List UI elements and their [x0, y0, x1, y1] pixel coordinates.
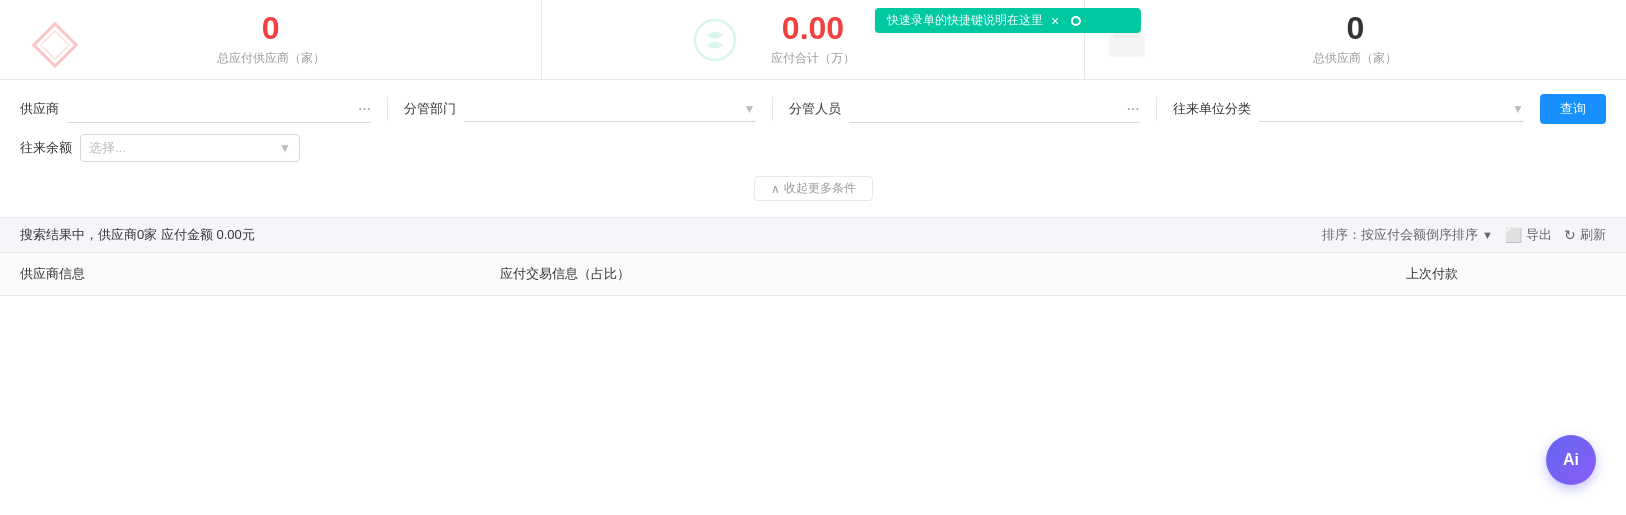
balance-placeholder: 选择... [89, 139, 126, 157]
sort-chevron-icon: ▼ [1482, 229, 1493, 241]
department-input[interactable]: ▼ [464, 97, 755, 122]
stat-payable-value: 0.00 [782, 12, 844, 44]
stat-total-suppliers-value: 0 [262, 12, 280, 44]
filter-group-balance: 往来余额 选择... ▼ [20, 134, 300, 162]
stat-payable-label: 应付合计（万） [771, 50, 855, 67]
filter-group-department: 分管部门 ▼ [404, 97, 755, 122]
ai-button[interactable]: Ai [1546, 435, 1596, 485]
sep1 [387, 97, 388, 121]
stat-total-suppliers: 0 总应付供应商（家） [0, 0, 542, 79]
svg-point-2 [695, 20, 735, 60]
sep2 [772, 97, 773, 121]
results-summary: 搜索结果中，供应商0家 应付金额 0.00元 [20, 226, 255, 244]
supplier-label: 供应商 [20, 100, 59, 118]
refresh-button[interactable]: ↻ 刷新 [1564, 226, 1606, 244]
stat-all-suppliers-value: 0 [1346, 12, 1364, 44]
balance-label: 往来余额 [20, 139, 72, 157]
table-body [0, 296, 1626, 515]
collapse-up-icon: ∧ [771, 182, 780, 196]
filter-group-supplier: 供应商 ··· [20, 95, 371, 123]
person-input[interactable]: ··· [849, 95, 1140, 123]
col-last-payment-header: 上次付款 [1406, 265, 1606, 283]
balance-input[interactable]: 选择... ▼ [80, 134, 300, 162]
results-actions: 排序：按应付会额倒序排序 ▼ ⬜ 导出 ↻ 刷新 [1322, 226, 1606, 244]
stat-all-suppliers: 0 总供应商（家） [1085, 0, 1626, 79]
col-supplier-info-header: 供应商信息 [20, 265, 500, 283]
export-label: 导出 [1526, 226, 1552, 244]
balance-chevron: ▼ [279, 141, 291, 155]
tooltip-text: 快速录单的快捷键说明在这里 [887, 12, 1043, 29]
supplier-input[interactable]: ··· [67, 95, 371, 123]
tooltip-close[interactable]: × [1051, 14, 1059, 28]
unit-class-label: 往来单位分类 [1173, 100, 1251, 118]
sep3 [1156, 97, 1157, 121]
sort-select[interactable]: 排序：按应付会额倒序排序 ▼ [1322, 226, 1493, 244]
filter-row-1: 供应商 ··· 分管部门 ▼ 分管人员 ··· [20, 94, 1606, 124]
tooltip-dot [1071, 16, 1081, 26]
collapse-button[interactable]: ∧ 收起更多条件 [754, 176, 873, 201]
table-section: 供应商信息 应付交易信息（占比） 上次付款 [0, 253, 1626, 515]
filters-section: 供应商 ··· 分管部门 ▼ 分管人员 ··· [0, 80, 1626, 218]
table-header: 供应商信息 应付交易信息（占比） 上次付款 [0, 253, 1626, 296]
stat-all-suppliers-label: 总供应商（家） [1313, 50, 1397, 67]
filter-group-person: 分管人员 ··· [789, 95, 1140, 123]
filter-row-2: 往来余额 选择... ▼ [20, 134, 1606, 162]
filter-group-unit-class: 往来单位分类 ▼ [1173, 97, 1524, 122]
supplier-more-btn[interactable]: ··· [358, 100, 371, 118]
export-icon: ⬜ [1505, 227, 1522, 243]
person-label: 分管人员 [789, 100, 841, 118]
ai-btn-label: Ai [1563, 451, 1579, 469]
stat-total-suppliers-label: 总应付供应商（家） [217, 50, 325, 67]
export-button[interactable]: ⬜ 导出 [1505, 226, 1552, 244]
query-button[interactable]: 查询 [1540, 94, 1606, 124]
refresh-icon: ↻ [1564, 227, 1576, 243]
unit-class-input[interactable]: ▼ [1259, 97, 1524, 122]
refresh-label: 刷新 [1580, 226, 1606, 244]
collapse-row: ∧ 收起更多条件 [20, 172, 1606, 209]
collapse-btn-label: 收起更多条件 [784, 180, 856, 197]
tooltip-bar: 快速录单的快捷键说明在这里 × [875, 8, 1141, 33]
unit-class-chevron: ▼ [1512, 102, 1524, 116]
sort-label: 排序：按应付会额倒序排序 [1322, 226, 1478, 244]
person-more-btn[interactable]: ··· [1126, 100, 1139, 118]
tooltip-line [1089, 20, 1129, 21]
department-label: 分管部门 [404, 100, 456, 118]
col-transaction-info-header: 应付交易信息（占比） [500, 265, 1406, 283]
voucher-icon [693, 18, 737, 65]
department-chevron: ▼ [744, 102, 756, 116]
results-bar: 搜索结果中，供应商0家 应付金额 0.00元 排序：按应付会额倒序排序 ▼ ⬜ … [0, 218, 1626, 253]
